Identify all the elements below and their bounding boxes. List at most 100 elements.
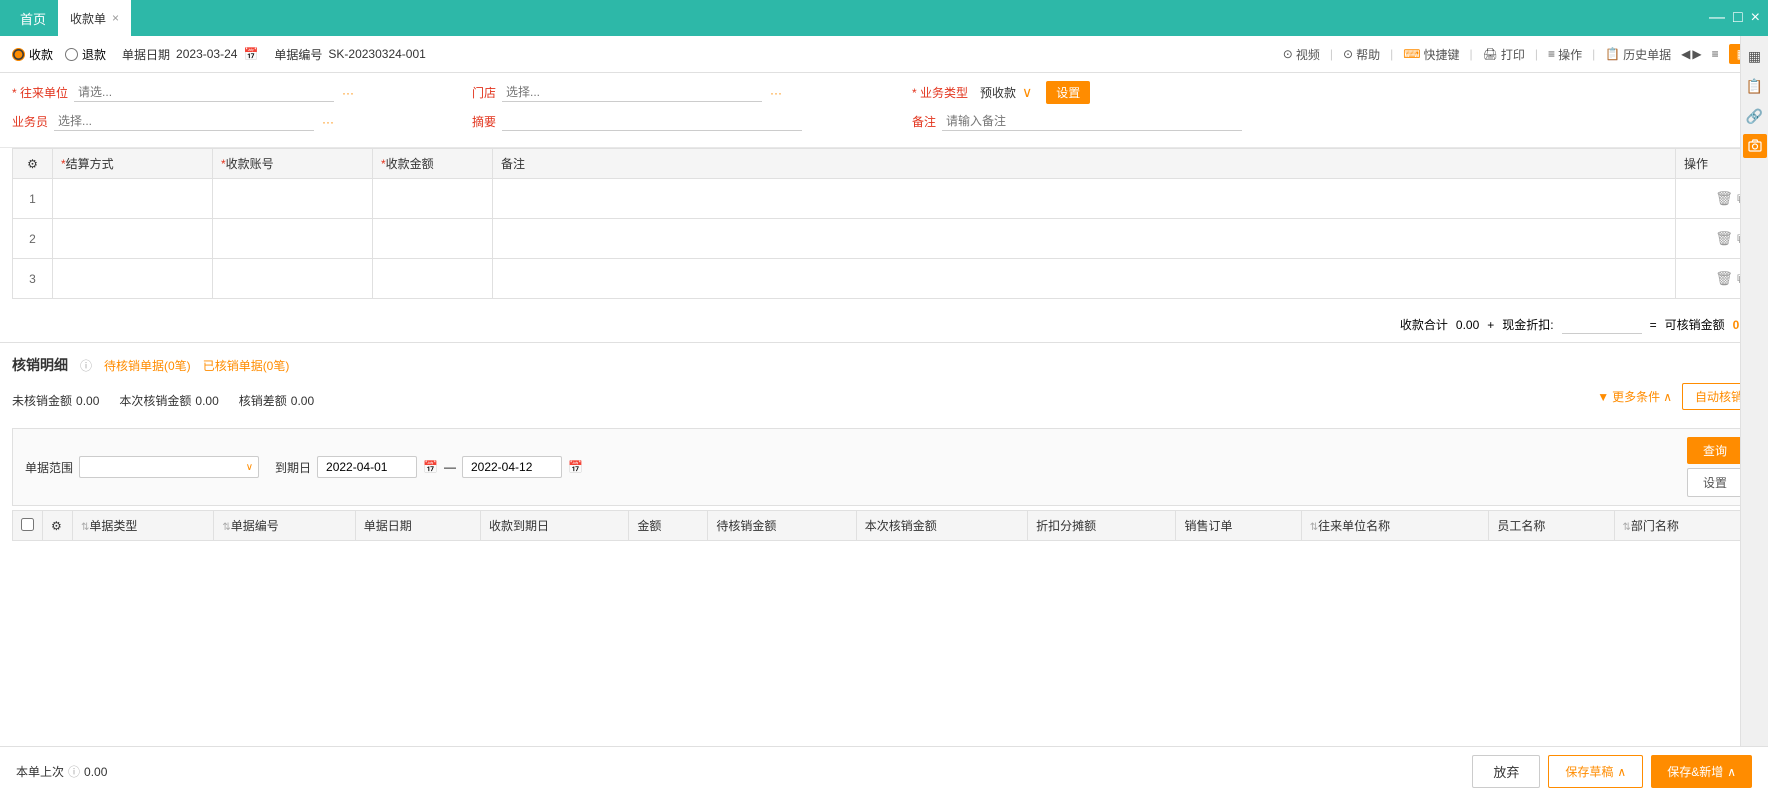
date-from-cal-icon[interactable]: 📅 — [423, 460, 438, 474]
row2-amount[interactable] — [373, 219, 493, 259]
home-tab[interactable]: 首页 — [8, 0, 58, 36]
row1-remarks[interactable] — [493, 179, 1676, 219]
tab-close-icon[interactable]: × — [112, 11, 119, 25]
video-action[interactable]: ⊙ 视频 — [1283, 46, 1320, 63]
sidebar-camera-icon[interactable] — [1743, 134, 1767, 158]
shortcut-action[interactable]: ⌨ 快捷键 — [1403, 46, 1459, 63]
col-remarks-header: 备注 — [493, 149, 1676, 179]
discount-label: 现金折扣: — [1502, 316, 1553, 333]
help-action[interactable]: ⊙ 帮助 — [1343, 46, 1380, 63]
sep5: | — [1592, 47, 1595, 61]
sep1: | — [1330, 47, 1333, 61]
settings-button[interactable]: 设置 — [1046, 81, 1090, 104]
print-action[interactable]: 🖨 打印 — [1483, 46, 1525, 63]
done-tab-link[interactable]: 已核销单据(0笔) — [203, 357, 290, 374]
shortcut-label: 快捷键 — [1424, 46, 1460, 63]
row1-pay-method[interactable] — [53, 179, 213, 219]
list-layout-icon[interactable]: ≡ — [1712, 47, 1719, 61]
session-label: 本单上次 — [16, 763, 64, 780]
shop-input[interactable] — [502, 83, 762, 102]
row3-account[interactable] — [213, 259, 373, 299]
writeoff-info-icon[interactable]: ⓘ — [80, 357, 92, 374]
save-new-arrow-icon[interactable]: ∧ — [1727, 765, 1736, 779]
save-draft-button[interactable]: 保存草稿 ∧ — [1548, 755, 1643, 788]
counterparty-more-btn[interactable]: ··· — [342, 86, 354, 100]
salesman-more-btn[interactable]: ··· — [322, 115, 334, 129]
col-sales-order-header: 销售订单 — [1176, 511, 1301, 541]
pending-tab-link[interactable]: 待核销单据(0笔) — [104, 357, 191, 374]
print-icon: 🖨 — [1483, 47, 1498, 61]
writeoff-table: ⚙ ⇅单据类型 ⇅单据编号 单据日期 收款到期日 金额 待核销金额 本次核销金额… — [12, 510, 1756, 541]
radio-receipt[interactable]: 收款 — [12, 46, 53, 63]
next-icon[interactable]: ▶ — [1692, 47, 1701, 61]
history-action[interactable]: 📋 历史单据 — [1605, 46, 1671, 63]
row2-account[interactable] — [213, 219, 373, 259]
abandon-button[interactable]: 放弃 — [1472, 755, 1540, 788]
counterparty-input[interactable] — [74, 83, 334, 102]
save-draft-arrow-icon[interactable]: ∧ — [1617, 765, 1626, 779]
query-button[interactable]: 查询 — [1687, 437, 1743, 464]
radio-refund[interactable]: 退款 — [65, 46, 106, 63]
doc-date-value: 2023-03-24 — [176, 47, 237, 61]
maximize-icon[interactable]: □ — [1733, 9, 1743, 27]
biz-type-dropdown-icon[interactable]: ∨ — [1022, 84, 1032, 101]
table-row: 1 🗑 ⧉ — [13, 179, 1756, 219]
row1-amount[interactable] — [373, 179, 493, 219]
stat-current-writeoff-label: 本次核销金额 — [119, 392, 191, 409]
row2-delete-btn[interactable]: 🗑 — [1715, 230, 1733, 247]
row3-amount[interactable] — [373, 259, 493, 299]
row3-remarks[interactable] — [493, 259, 1676, 299]
row2-remarks[interactable] — [493, 219, 1676, 259]
row3-pay-method[interactable] — [53, 259, 213, 299]
col-doc-date-header: 单据日期 — [355, 511, 480, 541]
shop-more-btn[interactable]: ··· — [770, 86, 782, 100]
save-new-button[interactable]: 保存&新增 ∧ — [1651, 755, 1752, 788]
net-amount-label: 可核销金额 — [1665, 316, 1725, 333]
sidebar-doc-icon[interactable]: 📋 — [1743, 74, 1767, 98]
col-checkbox-header[interactable] — [13, 511, 43, 541]
top-nav: 首页 收款单 × — □ × — [0, 0, 1768, 36]
row1-account[interactable] — [213, 179, 373, 219]
col-pay-method-header: *结算方式 — [53, 149, 213, 179]
range-select[interactable] — [79, 456, 259, 478]
sort-icon-2: ⇅ — [222, 522, 230, 533]
row-num-3: 3 — [13, 259, 53, 299]
col-doc-type-header: ⇅单据类型 — [73, 511, 214, 541]
col-due-date-header: 收款到期日 — [481, 511, 629, 541]
row3-delete-btn[interactable]: 🗑 — [1715, 270, 1733, 287]
form-row-1: 往来单位 ··· 门店 ··· 业务类型 预收款 ∨ 设置 — [12, 81, 1756, 104]
date-to-cal-icon[interactable]: 📅 — [568, 460, 583, 474]
sidebar-link-icon[interactable]: 🔗 — [1743, 104, 1767, 128]
close-window-icon[interactable]: × — [1751, 9, 1760, 27]
select-all-checkbox[interactable] — [21, 518, 34, 531]
counterparty-label: 往来单位 — [12, 84, 68, 101]
date-from-input[interactable] — [317, 456, 417, 478]
summary-input[interactable] — [502, 112, 802, 131]
prev-icon[interactable]: ◀ — [1681, 47, 1690, 61]
summary-row: 收款合计 0.00 + 现金折扣: = 可核销金额 0.00 — [0, 307, 1768, 343]
shortcut-icon: ⌨ — [1403, 47, 1420, 61]
discount-input[interactable] — [1562, 315, 1642, 334]
col-account-header: *收款账号 — [213, 149, 373, 179]
active-tab[interactable]: 收款单 × — [58, 0, 131, 36]
writeoff-stats: 未核销金额 0.00 本次核销金额 0.00 核销差额 0.00 ▼ 更多条件 … — [12, 383, 1756, 418]
sidebar-grid-icon[interactable]: ▦ — [1743, 44, 1767, 68]
writeoff-settings-button[interactable]: 设置 — [1687, 468, 1743, 497]
salesman-input[interactable] — [54, 112, 314, 131]
col-settings-header[interactable]: ⚙ — [13, 149, 53, 179]
doc-date-info: 单据日期 2023-03-24 📅 — [122, 46, 258, 63]
remarks-field: 备注 — [912, 112, 1756, 131]
col-settings-header-2[interactable]: ⚙ — [43, 511, 73, 541]
row2-pay-method[interactable] — [53, 219, 213, 259]
row1-delete-btn[interactable]: 🗑 — [1715, 190, 1733, 207]
stat-current-writeoff: 本次核销金额 0.00 — [119, 392, 218, 409]
doc-date-calendar-icon[interactable]: 📅 — [243, 47, 258, 61]
date-to-input[interactable] — [462, 456, 562, 478]
remarks-input[interactable] — [942, 112, 1242, 131]
session-info-icon[interactable]: ⓘ — [68, 763, 80, 780]
stat-uncancelled-value: 0.00 — [76, 394, 99, 408]
operate-action[interactable]: ≡ 操作 — [1548, 46, 1582, 63]
minimize-icon[interactable]: — — [1709, 9, 1725, 27]
more-conditions-btn[interactable]: ▼ 更多条件 ∧ — [1597, 388, 1672, 405]
right-sidebar: ▦ 📋 🔗 — [1740, 36, 1768, 796]
